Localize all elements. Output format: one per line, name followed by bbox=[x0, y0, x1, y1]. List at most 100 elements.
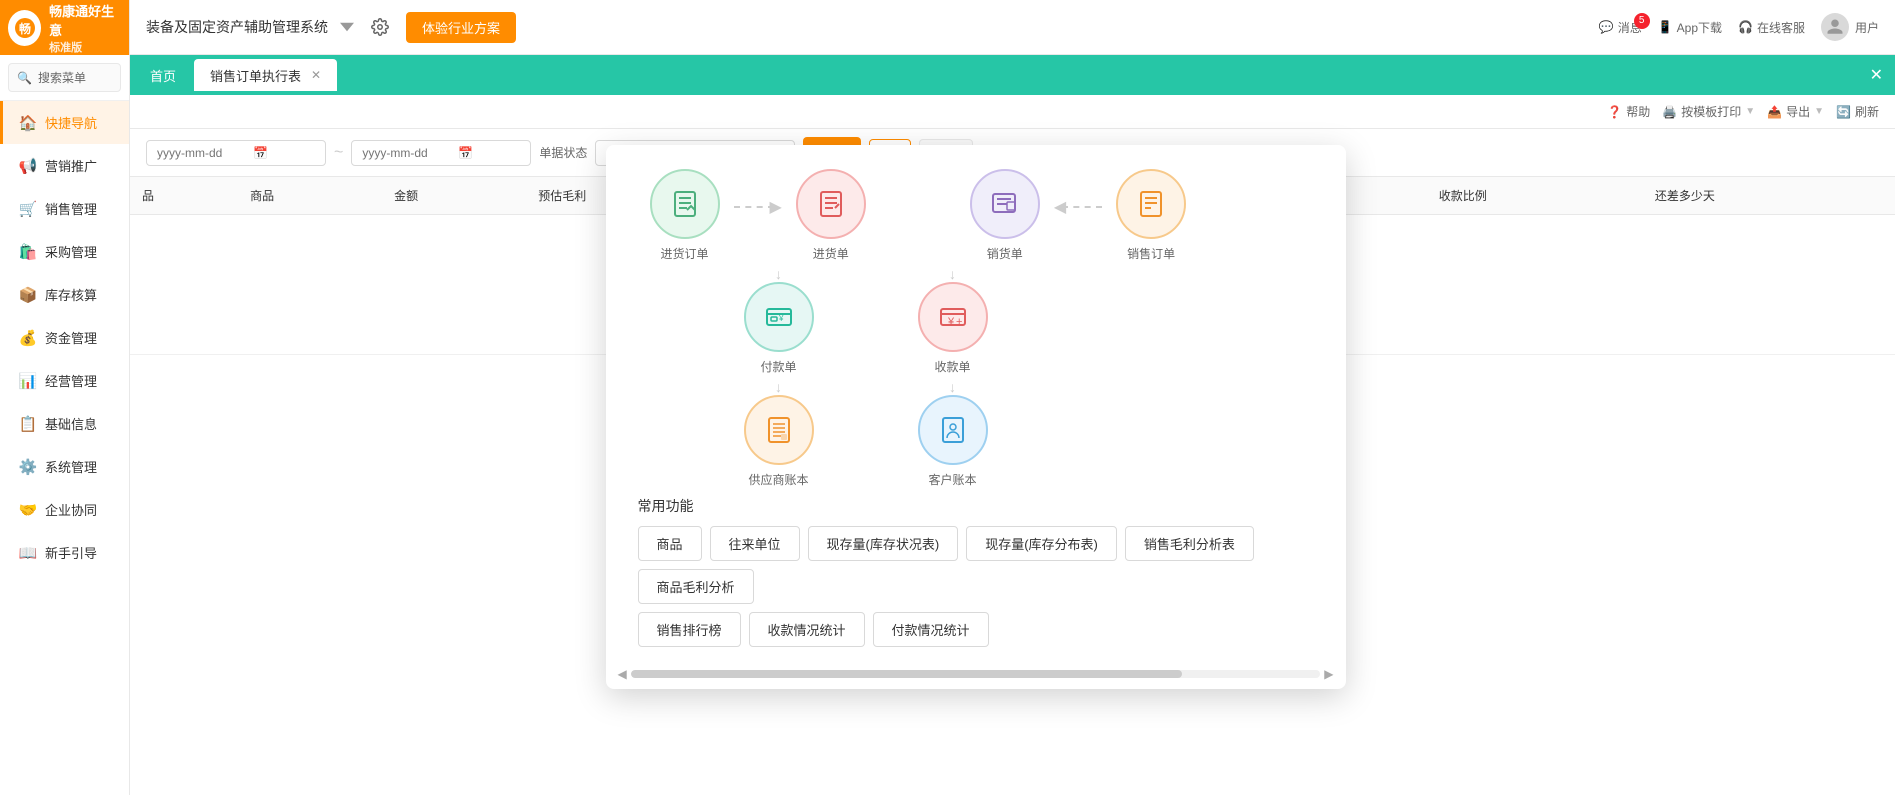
finance-icon: 💰 bbox=[19, 329, 37, 347]
tab-bar-close-icon[interactable]: ✕ bbox=[1870, 65, 1883, 85]
message-button[interactable]: 💬 消息 5 bbox=[1599, 19, 1642, 36]
flow-node-payment[interactable]: ¥ 付款单 bbox=[744, 282, 814, 375]
common-functions: 常用功能 商品 往来单位 现存量(库存状况表) 现存量(库存分布表) 销售毛利分… bbox=[638, 496, 1314, 647]
home-icon: 🏠 bbox=[19, 114, 37, 132]
flow-node-supplier-ledger[interactable]: 供应商账本 bbox=[744, 395, 814, 488]
btn-product[interactable]: 商品 bbox=[638, 526, 702, 561]
flow-diagram-row1: 进货订单 ▶ bbox=[638, 169, 1314, 262]
svg-text:畅: 畅 bbox=[19, 21, 31, 36]
tab-close-icon[interactable]: ✕ bbox=[311, 68, 321, 82]
sidebar-item-quick[interactable]: 🏠 快捷导航 bbox=[0, 101, 129, 144]
sidebar-item-system[interactable]: ⚙️ 系统管理 bbox=[0, 445, 129, 488]
purchase-icon: 🛍️ bbox=[19, 243, 37, 261]
down-arrow-customer: ↓ bbox=[949, 379, 956, 395]
flow-node-sales-order[interactable]: 销售订单 bbox=[1116, 169, 1186, 262]
btn-sales-margin[interactable]: 销售毛利分析表 bbox=[1125, 526, 1254, 561]
sidebar-item-finance[interactable]: 💰 资金管理 bbox=[0, 316, 129, 359]
down-arrow-supplier: ↓ bbox=[775, 379, 782, 395]
purchase-bill-icon bbox=[796, 169, 866, 239]
tab-home[interactable]: 首页 bbox=[134, 59, 192, 91]
supplier-ledger-icon bbox=[744, 395, 814, 465]
sidebar-item-base[interactable]: 📋 基础信息 bbox=[0, 402, 129, 445]
btn-receipt-stat[interactable]: 收款情况统计 bbox=[749, 612, 865, 647]
guide-icon: 📖 bbox=[19, 544, 37, 562]
svg-text:¥: ¥ bbox=[947, 316, 955, 328]
search-icon: 🔍 bbox=[17, 71, 32, 85]
operations-icon: 📊 bbox=[19, 372, 37, 390]
search-menu-button[interactable]: 🔍 搜索菜单 bbox=[8, 63, 121, 92]
user-label: 用户 bbox=[1855, 19, 1879, 36]
btn-stock-status[interactable]: 现存量(库存状况表) bbox=[808, 526, 959, 561]
btn-stock-dist[interactable]: 现存量(库存分布表) bbox=[966, 526, 1117, 561]
down-arrow-payment: ↓ bbox=[775, 266, 782, 282]
flow-node-receipt[interactable]: ¥ + 收款单 bbox=[918, 282, 988, 375]
btn-sales-rank[interactable]: 销售排行榜 bbox=[638, 612, 741, 647]
sales-order-tab-label: 销售订单执行表 bbox=[210, 66, 301, 85]
purchase-bill-col: ↓ ¥ bbox=[732, 266, 826, 395]
popup-scrollbar-row: ◀ ▶ bbox=[618, 667, 1334, 681]
sidebar-nav: 🏠 快捷导航 📢 营销推广 🛒 销售管理 🛍️ 采购管理 📦 库存核算 💰 bbox=[0, 101, 129, 795]
common-btns-row1: 商品 往来单位 现存量(库存状况表) 现存量(库存分布表) 销售毛利分析表 商品… bbox=[638, 526, 1314, 604]
sidebar-item-enterprise[interactable]: 🤝 企业协同 bbox=[0, 488, 129, 531]
app-download-button[interactable]: 📱 App下载 bbox=[1658, 19, 1722, 36]
system-icon: ⚙️ bbox=[19, 458, 37, 476]
search-menu-label: 搜索菜单 bbox=[38, 69, 86, 86]
user-avatar-area[interactable]: 用户 bbox=[1821, 13, 1879, 41]
sidebar-item-label: 经营管理 bbox=[45, 371, 97, 390]
customer-ledger-label: 客户账本 bbox=[928, 471, 976, 488]
flow-diagram-row3: 供应商账本 bbox=[638, 395, 1314, 488]
message-icon: 💬 bbox=[1599, 20, 1614, 34]
btn-product-margin[interactable]: 商品毛利分析 bbox=[638, 569, 754, 604]
sidebar-item-marketing[interactable]: 📢 营销推广 bbox=[0, 144, 129, 187]
sidebar-item-guide[interactable]: 📖 新手引导 bbox=[0, 531, 129, 574]
sidebar-item-label: 库存核算 bbox=[45, 285, 97, 304]
experience-button[interactable]: 体验行业方案 bbox=[406, 12, 516, 43]
flow-diagram-row2: ↓ ¥ bbox=[638, 266, 1314, 395]
purchase-order-label: 进货订单 bbox=[660, 245, 708, 262]
scroll-right-icon[interactable]: ▶ bbox=[1324, 667, 1333, 681]
supplier-ledger-label: 供应商账本 bbox=[748, 471, 808, 488]
sales-bill-label: 销货单 bbox=[987, 245, 1023, 262]
sidebar-item-sales[interactable]: 🛒 销售管理 bbox=[0, 187, 129, 230]
main-content: 装备及固定资产辅助管理系统 体验行业方案 💬 消息 5 📱 App下载 bbox=[130, 0, 1895, 795]
sales-bill-icon bbox=[970, 169, 1040, 239]
settings-icon[interactable] bbox=[366, 13, 394, 41]
sidebar-item-operations[interactable]: 📊 经营管理 bbox=[0, 359, 129, 402]
sales-order-icon bbox=[1116, 169, 1186, 239]
scroll-left-icon[interactable]: ◀ bbox=[618, 667, 627, 681]
sales-icon: 🛒 bbox=[19, 200, 37, 218]
btn-counterpart[interactable]: 往来单位 bbox=[710, 526, 800, 561]
payment-label: 付款单 bbox=[760, 358, 796, 375]
sidebar-item-label: 新手引导 bbox=[45, 543, 97, 562]
sidebar-item-purchase[interactable]: 🛍️ 采购管理 bbox=[0, 230, 129, 273]
popup-scrollbar-thumb bbox=[631, 670, 1183, 678]
sidebar-item-label: 销售管理 bbox=[45, 199, 97, 218]
page-content: ❓ 帮助 🖨️ 按模板打印 ▼ 📤 导出 ▼ 🔄 刷新 bbox=[130, 95, 1895, 795]
receipt-icon: ¥ + bbox=[918, 282, 988, 352]
popup-scrollbar-track[interactable] bbox=[631, 670, 1321, 678]
flow-node-customer-ledger[interactable]: 客户账本 bbox=[918, 395, 988, 488]
purchase-order-icon bbox=[650, 169, 720, 239]
enterprise-icon: 🤝 bbox=[19, 501, 37, 519]
purchase-bill-label: 进货单 bbox=[813, 245, 849, 262]
flow-node-purchase-bill[interactable]: 进货单 bbox=[796, 169, 866, 262]
marketing-icon: 📢 bbox=[19, 157, 37, 175]
common-functions-title: 常用功能 bbox=[638, 496, 1314, 516]
sidebar-item-label: 资金管理 bbox=[45, 328, 97, 347]
flow-node-sales-bill[interactable]: 销货单 bbox=[970, 169, 1040, 262]
flow-node-purchase-order[interactable]: 进货订单 bbox=[650, 169, 720, 262]
popup-inner: 进货订单 ▶ bbox=[606, 145, 1346, 667]
receipt-label: 收款单 bbox=[934, 358, 970, 375]
sidebar-search-area: 🔍 搜索菜单 bbox=[0, 55, 129, 101]
sidebar-item-inventory[interactable]: 📦 库存核算 bbox=[0, 273, 129, 316]
payment-icon: ¥ bbox=[744, 282, 814, 352]
top-header: 装备及固定资产辅助管理系统 体验行业方案 💬 消息 5 📱 App下载 bbox=[130, 0, 1895, 55]
system-dropdown[interactable] bbox=[340, 20, 354, 34]
btn-payment-stat[interactable]: 付款情况统计 bbox=[873, 612, 989, 647]
sidebar-item-label: 快捷导航 bbox=[45, 113, 97, 132]
sidebar-item-label: 企业协同 bbox=[45, 500, 97, 519]
tab-sales-order[interactable]: 销售订单执行表 ✕ bbox=[194, 59, 337, 91]
tab-bar: 首页 销售订单执行表 ✕ ✕ bbox=[130, 55, 1895, 95]
online-service-button[interactable]: 🎧 在线客服 bbox=[1738, 19, 1805, 36]
overlay-backdrop[interactable]: 进货订单 ▶ bbox=[130, 95, 1895, 795]
